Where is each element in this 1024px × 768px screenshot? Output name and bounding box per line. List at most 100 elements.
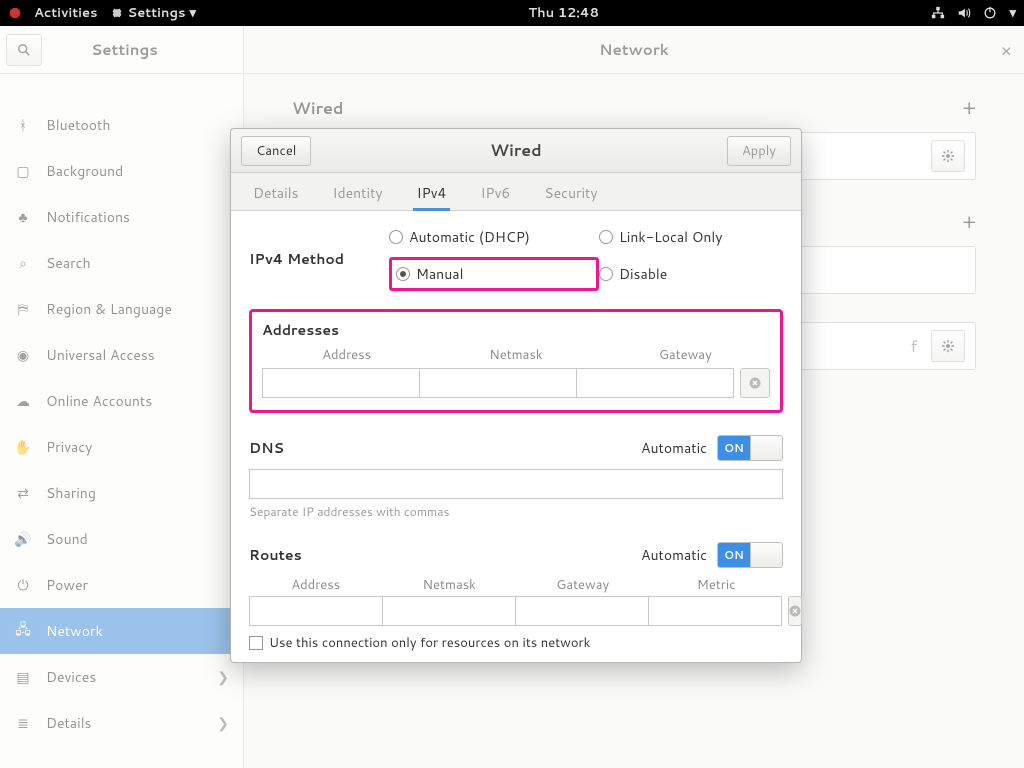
sidebar-item-devices[interactable]: ▤Devices❯ <box>0 654 243 700</box>
only-for-checkbox[interactable] <box>249 636 263 650</box>
sidebar-search-button[interactable] <box>6 34 42 66</box>
gateway-input[interactable] <box>577 368 734 398</box>
routes-col-gateway: Gateway <box>516 576 650 594</box>
chevron-right-icon: ❯ <box>217 667 229 687</box>
col-address: Address <box>262 346 431 368</box>
sidebar-item-label: Notifications <box>46 207 130 227</box>
sidebar-item-network[interactable]: 🖧Network <box>0 608 243 654</box>
app-menu[interactable]: Settings ▾ <box>110 4 196 22</box>
sidebar-item-online-accounts[interactable]: ☁ Online Accounts <box>0 378 243 424</box>
radio-disable[interactable]: Disable <box>599 257 779 291</box>
route-netmask-input[interactable] <box>383 596 516 626</box>
network-icon: 🖧 <box>14 619 32 643</box>
routes-title: Routes <box>249 545 302 565</box>
activities-corner-icon <box>8 6 22 20</box>
sidebar-item-label: Details <box>46 713 92 733</box>
address-input[interactable] <box>262 368 420 398</box>
proxy-status-label: f <box>911 335 917 358</box>
cancel-button[interactable]: Cancel <box>241 136 311 166</box>
sidebar-item-label: Power <box>46 575 88 595</box>
route-metric-input[interactable] <box>649 596 782 626</box>
page-title: Network <box>244 39 1024 60</box>
dns-automatic-switch[interactable]: ON <box>717 435 783 461</box>
radio-automatic[interactable]: Automatic (DHCP) <box>389 227 599 247</box>
radio-label: Link-Local Only <box>619 227 723 247</box>
sidebar-item-sharing[interactable]: ⇄ Sharing <box>0 470 243 516</box>
ipv4-method-label: IPv4 Method <box>249 249 389 269</box>
activities-button[interactable]: Activities <box>34 4 98 22</box>
apply-button[interactable]: Apply <box>727 136 791 166</box>
radio-icon <box>599 230 613 244</box>
settings-indicator-icon <box>110 6 124 20</box>
routes-automatic-switch[interactable]: ON <box>717 542 783 568</box>
dns-hint: Separate IP addresses with commas <box>249 503 783 520</box>
window-close-button[interactable]: × <box>1001 37 1012 63</box>
sidebar-item-label: Bluetooth <box>46 115 110 135</box>
switch-knob <box>750 436 782 460</box>
radio-icon <box>389 230 403 244</box>
cloud-icon: ☁ <box>14 391 32 411</box>
sidebar-item-details[interactable]: ≣Details❯ <box>0 700 243 746</box>
sidebar-item-background[interactable]: ▢Background <box>0 148 243 194</box>
gear-icon <box>941 149 955 163</box>
tab-ipv4[interactable]: IPv4 <box>413 173 451 211</box>
network-status-icon[interactable] <box>931 6 945 20</box>
sidebar-item-universal-access[interactable]: ◉ Universal Access <box>0 332 243 378</box>
tab-ipv6[interactable]: IPv6 <box>476 173 514 211</box>
wired-section-label: Wired <box>292 97 343 120</box>
tab-identity[interactable]: Identity <box>329 173 387 211</box>
proxy-settings-button[interactable] <box>931 330 965 362</box>
sidebar-item-label: Sharing <box>46 483 96 503</box>
sidebar-item-label: Devices <box>46 667 96 687</box>
search-icon <box>17 43 31 57</box>
netmask-input[interactable] <box>420 368 577 398</box>
bell-icon: ♣ <box>14 207 32 227</box>
sidebar-item-privacy[interactable]: ✋Privacy <box>0 424 243 470</box>
sidebar-item-label: Online Accounts <box>46 391 152 411</box>
sidebar-item-label: Universal Access <box>46 345 155 365</box>
sidebar-item-search[interactable]: ⌕Search <box>0 240 243 286</box>
add-vpn-button[interactable]: + <box>962 208 976 236</box>
add-wired-button[interactable]: + <box>962 94 976 122</box>
wired-settings-button[interactable] <box>931 140 965 172</box>
sidebar-item-bluetooth[interactable]: ᚼ Bluetooth <box>0 102 243 148</box>
remove-route-button[interactable] <box>788 596 802 626</box>
details-icon: ≣ <box>14 713 32 733</box>
share-icon: ⇄ <box>14 483 32 503</box>
dialog-title: Wired <box>231 139 801 162</box>
sidebar-item-label: Region & Language <box>46 299 172 319</box>
speaker-icon: 🔊 <box>14 529 32 549</box>
manual-highlight-annotation: Manual <box>389 257 599 291</box>
accessibility-icon: ◉ <box>14 345 32 365</box>
gear-icon <box>941 339 955 353</box>
radio-label: Disable <box>619 264 667 284</box>
col-gateway: Gateway <box>601 346 770 368</box>
only-for-label: Use this connection only for resources o… <box>269 634 590 652</box>
close-circle-icon <box>789 605 801 617</box>
remove-address-button[interactable] <box>740 368 770 398</box>
sidebar-title: Settings <box>48 39 243 60</box>
radio-icon <box>599 267 613 281</box>
route-gateway-input[interactable] <box>516 596 649 626</box>
sidebar-item-power[interactable]: ⏻Power <box>0 562 243 608</box>
clock[interactable]: Thu 12:48 <box>196 4 931 22</box>
bluetooth-icon: ᚼ <box>14 115 32 135</box>
sidebar-item-region[interactable]: ⛿Region & Language <box>0 286 243 332</box>
sidebar-item-sound[interactable]: 🔊 Sound <box>0 516 243 562</box>
volume-icon[interactable] <box>957 6 971 20</box>
addresses-highlight-annotation: Addresses Address Netmask Gateway <box>249 309 783 413</box>
system-caret-icon[interactable]: ▾ <box>1009 4 1016 22</box>
tab-security[interactable]: Security <box>540 173 601 211</box>
power-icon[interactable] <box>983 6 997 20</box>
radio-manual[interactable]: Manual <box>396 264 463 284</box>
sidebar-item-label: Sound <box>46 529 88 549</box>
close-circle-icon <box>749 377 761 389</box>
radio-link-local[interactable]: Link-Local Only <box>599 227 779 247</box>
sidebar-item-notifications[interactable]: ♣ Notifications <box>0 194 243 240</box>
routes-automatic-label: Automatic <box>641 545 707 565</box>
tab-details[interactable]: Details <box>249 173 303 211</box>
switch-knob <box>750 543 782 567</box>
sidebar-item-label: Search <box>46 253 91 273</box>
route-address-input[interactable] <box>249 596 383 626</box>
dns-input[interactable] <box>249 469 783 499</box>
